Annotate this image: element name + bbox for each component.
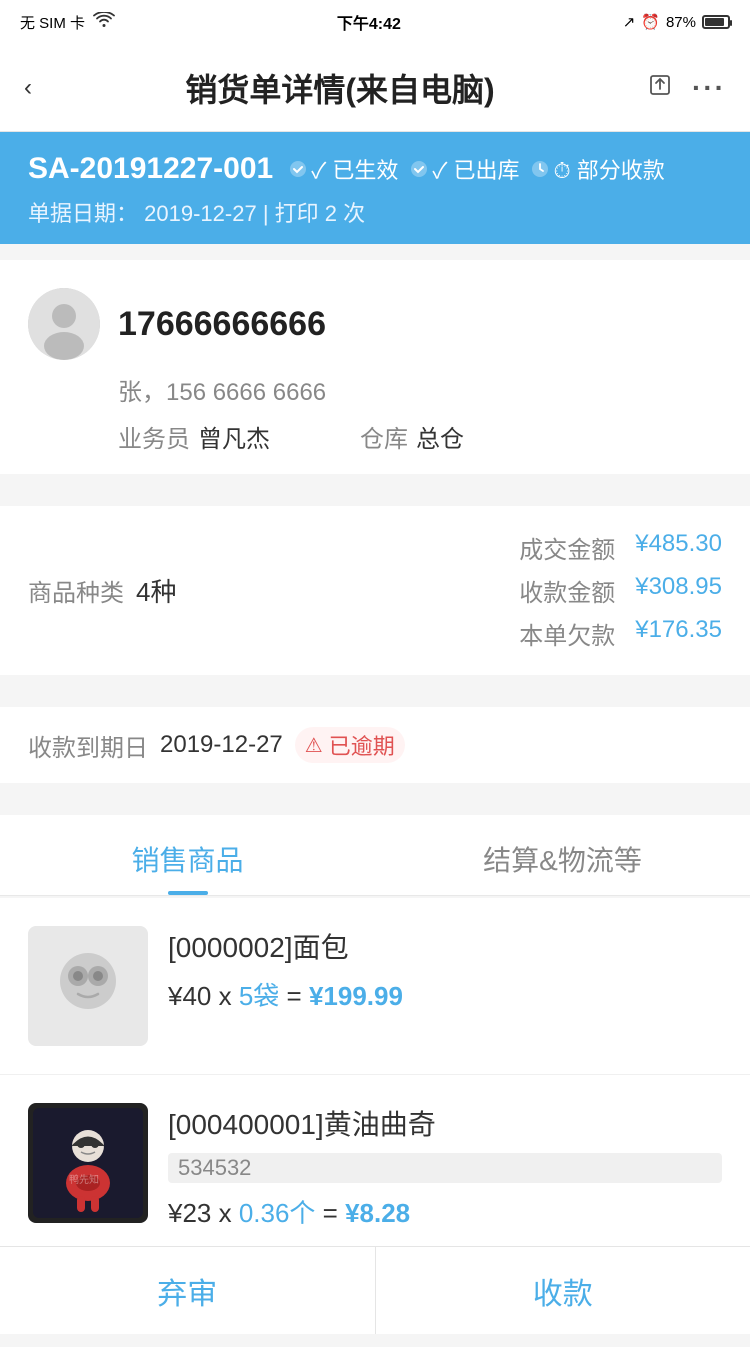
- product-info-2: [000400001]黄油曲奇 534532 ¥23 x 0.36个 = ¥8.…: [168, 1103, 722, 1230]
- tab-products[interactable]: 销售商品: [0, 815, 375, 895]
- status-bar: 无 SIM 卡 下午4:42 ↗ ⏰ 87%: [0, 0, 750, 44]
- more-button[interactable]: ···: [692, 72, 726, 104]
- overdue-text: 已逾期: [329, 729, 395, 761]
- tabs-section: 销售商品 结算&物流等: [0, 815, 750, 896]
- product-thumb-2: 鸭先知: [28, 1103, 148, 1223]
- category-count: 4种: [136, 572, 176, 609]
- back-button[interactable]: ‹: [24, 74, 32, 102]
- overdue-icon: ⚠: [305, 733, 323, 758]
- carrier-text: 无 SIM 卡: [20, 12, 85, 33]
- due-label: 收款到期日: [28, 728, 148, 763]
- due-section: 收款到期日 2019-12-27 ⚠ 已逾期: [0, 707, 750, 783]
- customer-staff-row: 业务员 曾凡杰 仓库 总仓: [28, 419, 722, 454]
- order-id: SA-20191227-001: [28, 152, 273, 186]
- status-time: 下午4:42: [337, 10, 401, 34]
- products-section: [0000002]面包 ¥40 x 5袋 = ¥199.99: [0, 898, 750, 1259]
- svg-text:鸭先知: 鸭先知: [69, 1173, 99, 1186]
- amount-label: 成交金额: [519, 530, 615, 565]
- due-date: 2019-12-27: [160, 731, 283, 759]
- product-item-2: 鸭先知 [000400001]黄油曲奇 534532 ¥23 x 0.36个 =…: [0, 1075, 750, 1259]
- wifi-icon: [93, 12, 115, 32]
- bottom-bar: 弃审 收款: [0, 1246, 750, 1334]
- category-label: 商品种类: [28, 573, 124, 608]
- amount-stats: 成交金额 ¥485.30 收款金额 ¥308.95 本单欠款 ¥176.35: [519, 530, 722, 651]
- product-price-2: ¥23 x 0.36个 = ¥8.28: [168, 1193, 722, 1230]
- warehouse-name: 总仓: [416, 419, 464, 454]
- battery-icon: [702, 15, 730, 29]
- nav-actions: ···: [648, 72, 726, 104]
- product-name-1: [0000002]面包: [168, 926, 722, 966]
- status-right: ↗ ⏰ 87%: [623, 13, 730, 31]
- product-info-1: [0000002]面包 ¥40 x 5袋 = ¥199.99: [168, 926, 722, 1013]
- product-name-2: [000400001]黄油曲奇: [168, 1103, 722, 1143]
- debt-value: ¥176.35: [635, 616, 722, 651]
- overdue-badge: ⚠ 已逾期: [295, 727, 405, 763]
- debt-label: 本单欠款: [519, 616, 615, 651]
- product-price-1: ¥40 x 5袋 = ¥199.99: [168, 976, 722, 1013]
- header-date-info: 单据日期： 2019-12-27 | 打印 2 次: [28, 196, 722, 228]
- status-left: 无 SIM 卡: [20, 12, 115, 33]
- stats-section: 商品种类 4种 成交金额 ¥485.30 收款金额 ¥308.95 本单欠款 ¥…: [0, 506, 750, 675]
- customer-section: 17666666666 张，156 6666 6666 业务员 曾凡杰 仓库 总…: [0, 260, 750, 474]
- received-value: ¥308.95: [635, 573, 722, 608]
- tab-logistics[interactable]: 结算&物流等: [375, 815, 750, 895]
- product-sku-2: 534532: [168, 1153, 722, 1183]
- customer-phone: 17666666666: [118, 305, 326, 344]
- location-icon: ↗: [623, 13, 636, 31]
- battery-percent: 87%: [666, 14, 696, 31]
- header-band: SA-20191227-001 ✓ 已生效 ✓ 已出库 ⏱ 部分收款 单据日期：…: [0, 132, 750, 244]
- staff-label: 业务员: [118, 419, 190, 454]
- amount-value: ¥485.30: [635, 530, 722, 565]
- staff-name: 曾凡杰: [198, 419, 270, 454]
- warehouse-label: 仓库: [360, 419, 408, 454]
- page-title: 销货单详情(来自电脑): [185, 65, 494, 111]
- nav-bar: ‹ 销货单详情(来自电脑) ···: [0, 44, 750, 132]
- category-stats: 商品种类 4种: [28, 530, 176, 651]
- reject-button[interactable]: 弃审: [0, 1247, 376, 1334]
- alarm-icon: ⏰: [641, 13, 660, 31]
- confirm-button[interactable]: 收款: [376, 1247, 750, 1334]
- status-badges: ✓ 已生效 ✓ 已出库 ⏱ 部分收款: [289, 153, 665, 185]
- product-item: [0000002]面包 ¥40 x 5袋 = ¥199.99: [0, 898, 750, 1075]
- status-partial: ⏱ 部分收款: [531, 153, 664, 185]
- received-label: 收款金额: [519, 573, 615, 608]
- customer-avatar: [28, 288, 100, 360]
- share-button[interactable]: [648, 73, 672, 103]
- customer-name: 张，156 6666 6666: [28, 372, 722, 407]
- status-shipped: ✓ 已出库: [410, 153, 519, 185]
- status-effective: ✓ 已生效: [289, 153, 398, 185]
- product-thumb-1: [28, 926, 148, 1046]
